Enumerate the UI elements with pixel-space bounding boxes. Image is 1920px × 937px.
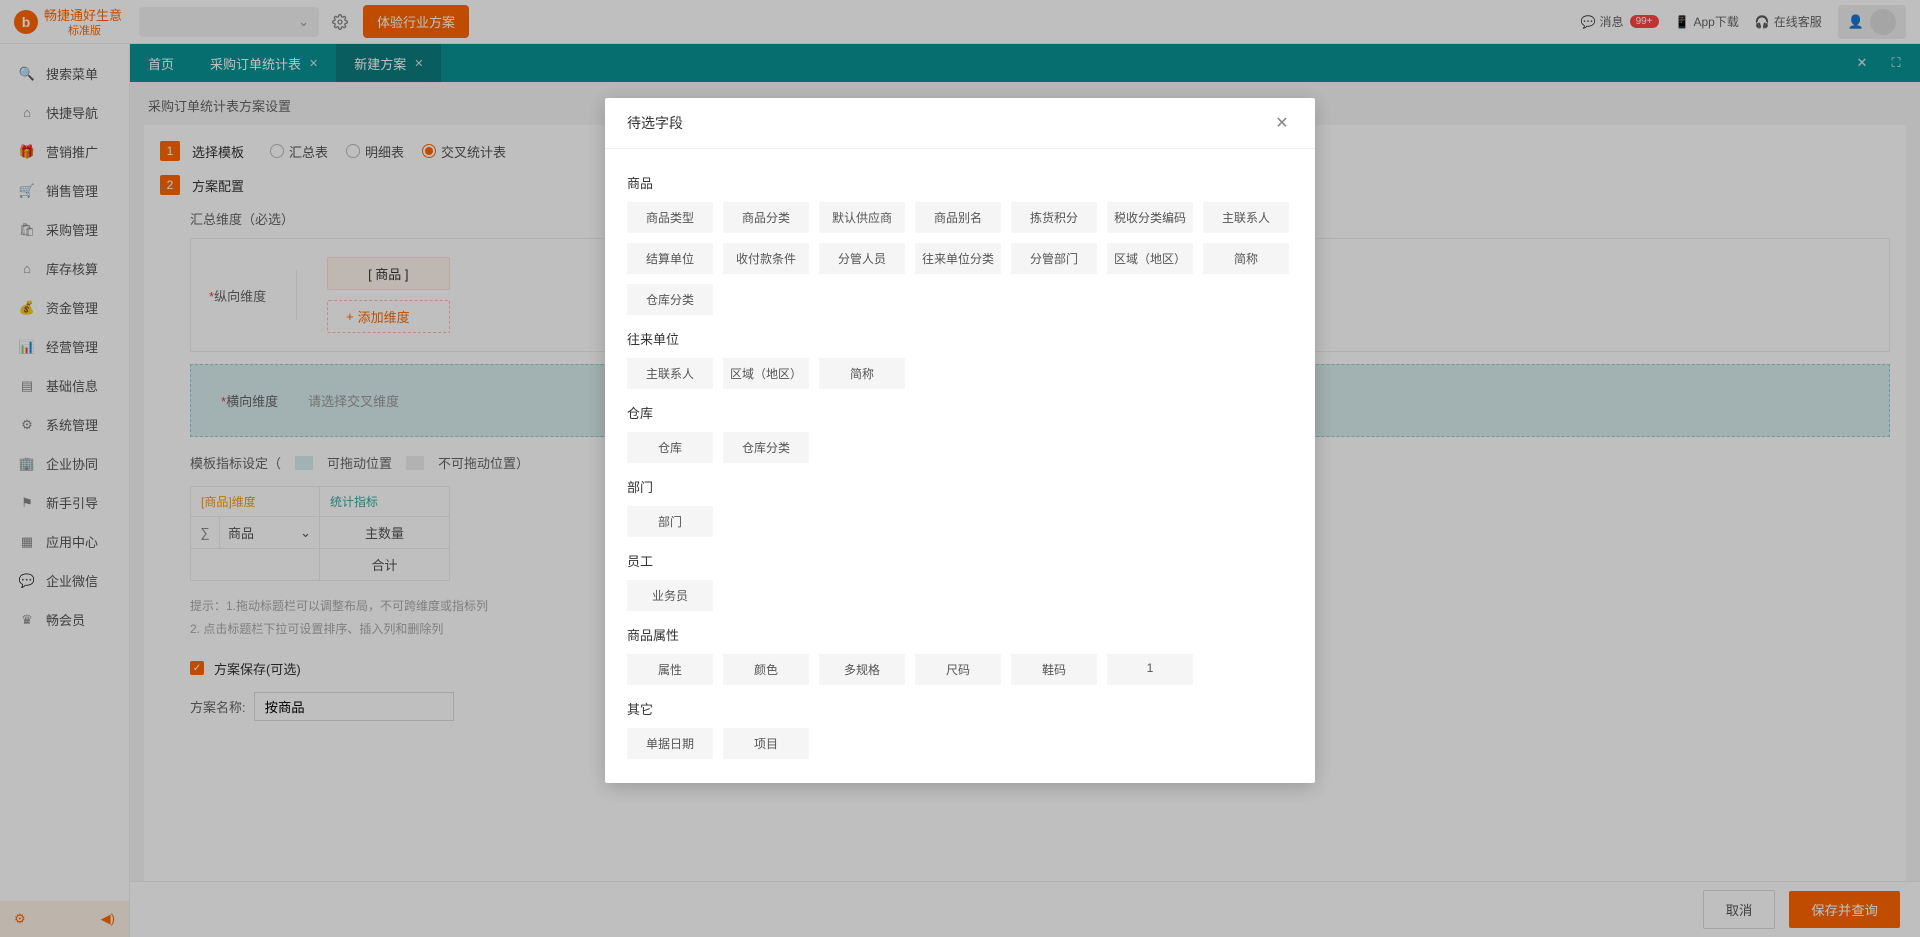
field-chip-4-0[interactable]: 业务员	[627, 580, 713, 611]
field-chip-6-1[interactable]: 项目	[723, 728, 809, 759]
field-chip-0-5[interactable]: 税收分类编码	[1107, 202, 1193, 233]
field-chip-0-7[interactable]: 结算单位	[627, 243, 713, 274]
field-chip-0-3[interactable]: 商品别名	[915, 202, 1001, 233]
field-group-title-6: 其它	[627, 699, 1293, 718]
modal-overlay[interactable]: 待选字段 ✕ 商品商品类型商品分类默认供应商商品别名拣货积分税收分类编码主联系人…	[0, 0, 1920, 937]
field-chip-5-3[interactable]: 尺码	[915, 654, 1001, 685]
field-chip-0-0[interactable]: 商品类型	[627, 202, 713, 233]
field-chip-5-4[interactable]: 鞋码	[1011, 654, 1097, 685]
field-chip-1-1[interactable]: 区域（地区）	[723, 358, 809, 389]
field-chip-5-0[interactable]: 属性	[627, 654, 713, 685]
field-group-title-0: 商品	[627, 173, 1293, 192]
field-chip-1-2[interactable]: 简称	[819, 358, 905, 389]
field-chip-0-2[interactable]: 默认供应商	[819, 202, 905, 233]
field-group-title-5: 商品属性	[627, 625, 1293, 644]
field-chip-5-5[interactable]: 1	[1107, 654, 1193, 685]
field-chip-0-8[interactable]: 收付款条件	[723, 243, 809, 274]
field-chip-0-10[interactable]: 往来单位分类	[915, 243, 1001, 274]
field-chip-6-0[interactable]: 单据日期	[627, 728, 713, 759]
field-group-title-1: 往来单位	[627, 329, 1293, 348]
field-chip-0-6[interactable]: 主联系人	[1203, 202, 1289, 233]
field-group-title-4: 员工	[627, 551, 1293, 570]
field-chip-0-14[interactable]: 仓库分类	[627, 284, 713, 315]
field-chip-0-11[interactable]: 分管部门	[1011, 243, 1097, 274]
field-chip-5-1[interactable]: 颜色	[723, 654, 809, 685]
field-chip-0-9[interactable]: 分管人员	[819, 243, 905, 274]
field-chip-2-1[interactable]: 仓库分类	[723, 432, 809, 463]
field-chip-0-13[interactable]: 简称	[1203, 243, 1289, 274]
field-group-title-2: 仓库	[627, 403, 1293, 422]
field-group-title-3: 部门	[627, 477, 1293, 496]
field-chip-5-2[interactable]: 多规格	[819, 654, 905, 685]
field-chip-3-0[interactable]: 部门	[627, 506, 713, 537]
field-chip-0-4[interactable]: 拣货积分	[1011, 202, 1097, 233]
modal-close-button[interactable]: ✕	[1271, 112, 1293, 134]
modal-title: 待选字段	[627, 113, 683, 133]
field-picker-modal: 待选字段 ✕ 商品商品类型商品分类默认供应商商品别名拣货积分税收分类编码主联系人…	[605, 98, 1315, 783]
field-chip-2-0[interactable]: 仓库	[627, 432, 713, 463]
field-chip-0-1[interactable]: 商品分类	[723, 202, 809, 233]
field-chip-0-12[interactable]: 区域（地区）	[1107, 243, 1193, 274]
field-chip-1-0[interactable]: 主联系人	[627, 358, 713, 389]
